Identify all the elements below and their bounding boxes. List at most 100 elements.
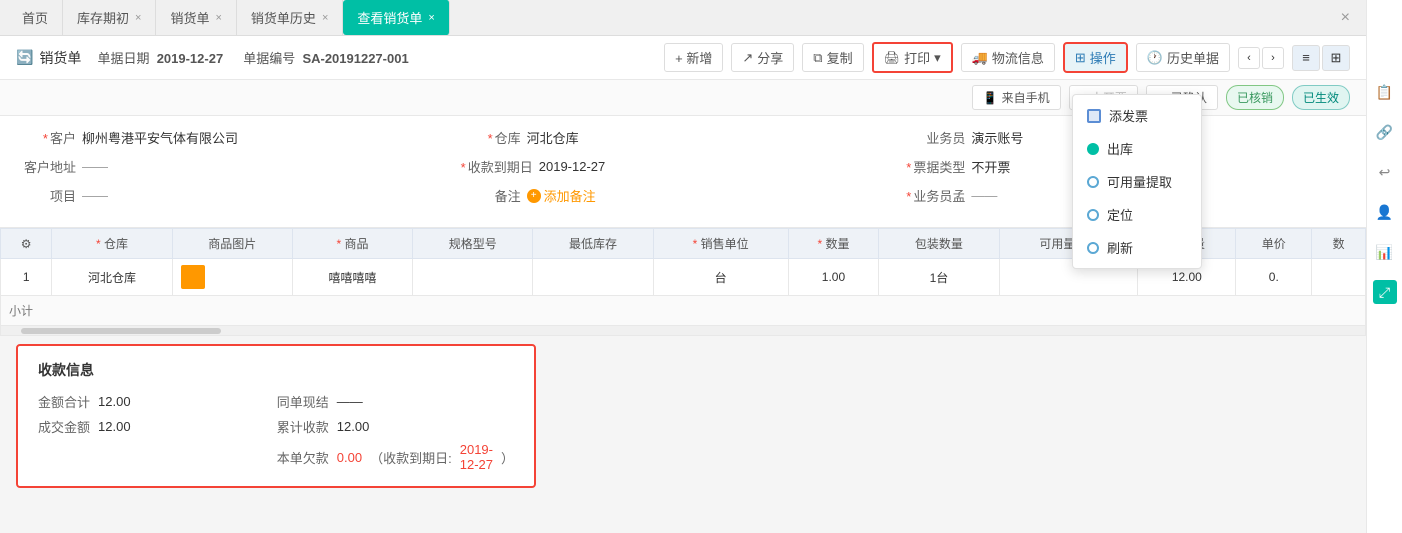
effective-badge[interactable]: 已生效 [1292,85,1350,110]
col-min-stock: 最低库存 [533,229,653,259]
col-spec: 规格型号 [413,229,533,259]
col-pack: 包装数量 [879,229,999,259]
col-image: 商品图片 [172,229,292,259]
sidebar-refresh-icon[interactable]: ↩ [1373,160,1397,184]
print-button[interactable]: 🖨 打印 ▾ [872,42,953,73]
tabs-bar: 首页 库存期初 × 销货单 × 销货单历史 × 查看销货单 × × [0,0,1366,36]
col-qty: * 数量 [788,229,879,259]
cancelled-badge[interactable]: 已核销 [1226,85,1284,110]
ticket-value: 不开票 [971,157,1010,176]
cell-qty: 1.00 [788,259,879,296]
warehouse-value: 河北仓库 [527,128,579,147]
amount-value: 12.00 [98,394,131,409]
print-dropdown-arrow[interactable]: ▾ [934,50,941,66]
prev-arrow[interactable]: ‹ [1238,47,1260,69]
settlement-value: —— [337,394,363,409]
col-product: * 商品 [292,229,412,259]
payment-title: 收款信息 [38,360,514,380]
cell-product: 嘻嘻嘻嘻 [292,259,412,296]
scrollbar-row [1,326,1366,336]
grid-view-btn[interactable]: ⊞ [1322,45,1350,71]
truck-icon: 🚚 [972,50,988,66]
doc-meta: 单据日期 2019-12-27 单据编号 SA-20191227-001 [97,48,408,67]
history-button[interactable]: 🕐 历史单据 [1136,43,1230,72]
operate-button[interactable]: ⊞ 操作 [1063,42,1128,73]
warehouse-field: *仓库 河北仓库 [461,128,906,147]
col-extra: 数 [1312,229,1366,259]
share-icon: ↗ [742,50,753,66]
deal-item: 成交金额 12.00 [38,417,247,436]
project-value: —— [82,188,108,203]
dropdown-add-invoice[interactable]: 添发票 [1073,99,1201,132]
share-button[interactable]: ↗ 分享 [731,43,794,72]
refresh-circle-icon [1087,242,1099,254]
close-inventory-tab[interactable]: × [135,12,141,24]
cell-warehouse: 河北仓库 [52,259,172,296]
copy-button[interactable]: ⧉ 复制 [802,43,863,72]
add-note-button[interactable]: + 添加备注 [527,186,596,205]
horizontal-scrollbar[interactable] [21,328,221,334]
cumulative-item: 累计收款 12.00 [277,417,514,436]
col-gear[interactable]: ⚙ [1,229,52,259]
dropdown-refresh[interactable]: 刷新 [1073,231,1201,264]
cumulative-value: 12.00 [337,419,370,434]
payment-grid: 金额合计 12.00 同单现结 —— 成交金额 12.00 累计收款 12.00… [38,392,514,472]
close-view-tab[interactable]: × [428,12,434,24]
note-field: 备注 + 添加备注 [461,186,906,205]
new-button[interactable]: + 新增 [664,43,723,72]
window-close-button[interactable]: × [1333,5,1358,31]
dropdown-outbound[interactable]: 出库 [1073,132,1201,165]
next-arrow[interactable]: › [1262,47,1284,69]
address-value: —— [82,159,108,174]
cell-no: 1 [1,259,52,296]
from-phone-btn[interactable]: 📱 来自手机 [972,85,1061,110]
logistics-button[interactable]: 🚚 物流信息 [961,43,1055,72]
address-field: 客户地址 —— [16,157,461,176]
doc-actions: + 新增 ↗ 分享 ⧉ 复制 🖨 打印 ▾ 🚚 物流信息 ⊞ 操作 [664,42,1350,73]
doc-header: 🔄 销货单 单据日期 2019-12-27 单据编号 SA-20191227-0… [0,36,1366,80]
sidebar-user-icon[interactable]: 👤 [1373,200,1397,224]
dropdown-locate[interactable]: 定位 [1073,198,1201,231]
due-date-value: 2019-12-27 [539,159,606,174]
print-icon: 🖨 [884,50,901,66]
dropdown-available-qty[interactable]: 可用量提取 [1073,165,1201,198]
col-warehouse: * 仓库 [52,229,172,259]
doc-icon: 🔄 [16,49,33,66]
close-sales-tab[interactable]: × [215,12,221,24]
sidebar-link-icon[interactable]: 🔗 [1373,120,1397,144]
tab-home[interactable]: 首页 [8,0,63,35]
cell-image [172,259,292,296]
operate-dropdown: 添发票 出库 可用量提取 定位 刷新 [1072,94,1202,269]
doc-title: 🔄 销货单 [16,48,81,68]
locate-circle-icon [1087,209,1099,221]
tab-sales[interactable]: 销货单 × [156,0,236,35]
tab-inventory[interactable]: 库存期初 × [63,0,156,35]
tab-sales-history[interactable]: 销货单历史 × [237,0,343,35]
sidebar-expand-icon[interactable]: ⤢ [1373,280,1397,304]
amount-item: 金额合计 12.00 [38,392,247,411]
cell-price: 0. [1236,259,1312,296]
copy-icon: ⧉ [813,50,822,66]
cell-extra [1312,259,1366,296]
nav-arrows: ‹ › [1238,47,1284,69]
balance-value: 0.00 [337,450,362,465]
cell-spec [413,259,533,296]
cell-unit: 台 [653,259,788,296]
sidebar-chart-icon[interactable]: 📊 [1373,240,1397,264]
col-price: 单价 [1236,229,1312,259]
close-history-tab[interactable]: × [322,12,328,24]
deal-value: 12.00 [98,419,131,434]
product-image [181,265,205,289]
cell-min-stock [533,259,653,296]
right-sidebar: 📋 🔗 ↩ 👤 📊 ⤢ [1366,0,1402,533]
customer-field: *客户 柳州粤港平安气体有限公司 [16,128,461,147]
staff-value: 演示账号 [971,128,1023,147]
list-view-btn[interactable]: ≡ [1292,45,1320,71]
outbound-circle-icon [1087,143,1099,155]
sidebar-doc-icon[interactable]: 📋 [1373,80,1397,104]
project-field: 项目 —— [16,186,461,205]
tab-view-sales[interactable]: 查看销货单 × [343,0,449,35]
invoice-square-icon [1087,109,1101,123]
settlement-item: 同单现结 —— [277,392,514,411]
staff2-value: —— [971,188,997,203]
